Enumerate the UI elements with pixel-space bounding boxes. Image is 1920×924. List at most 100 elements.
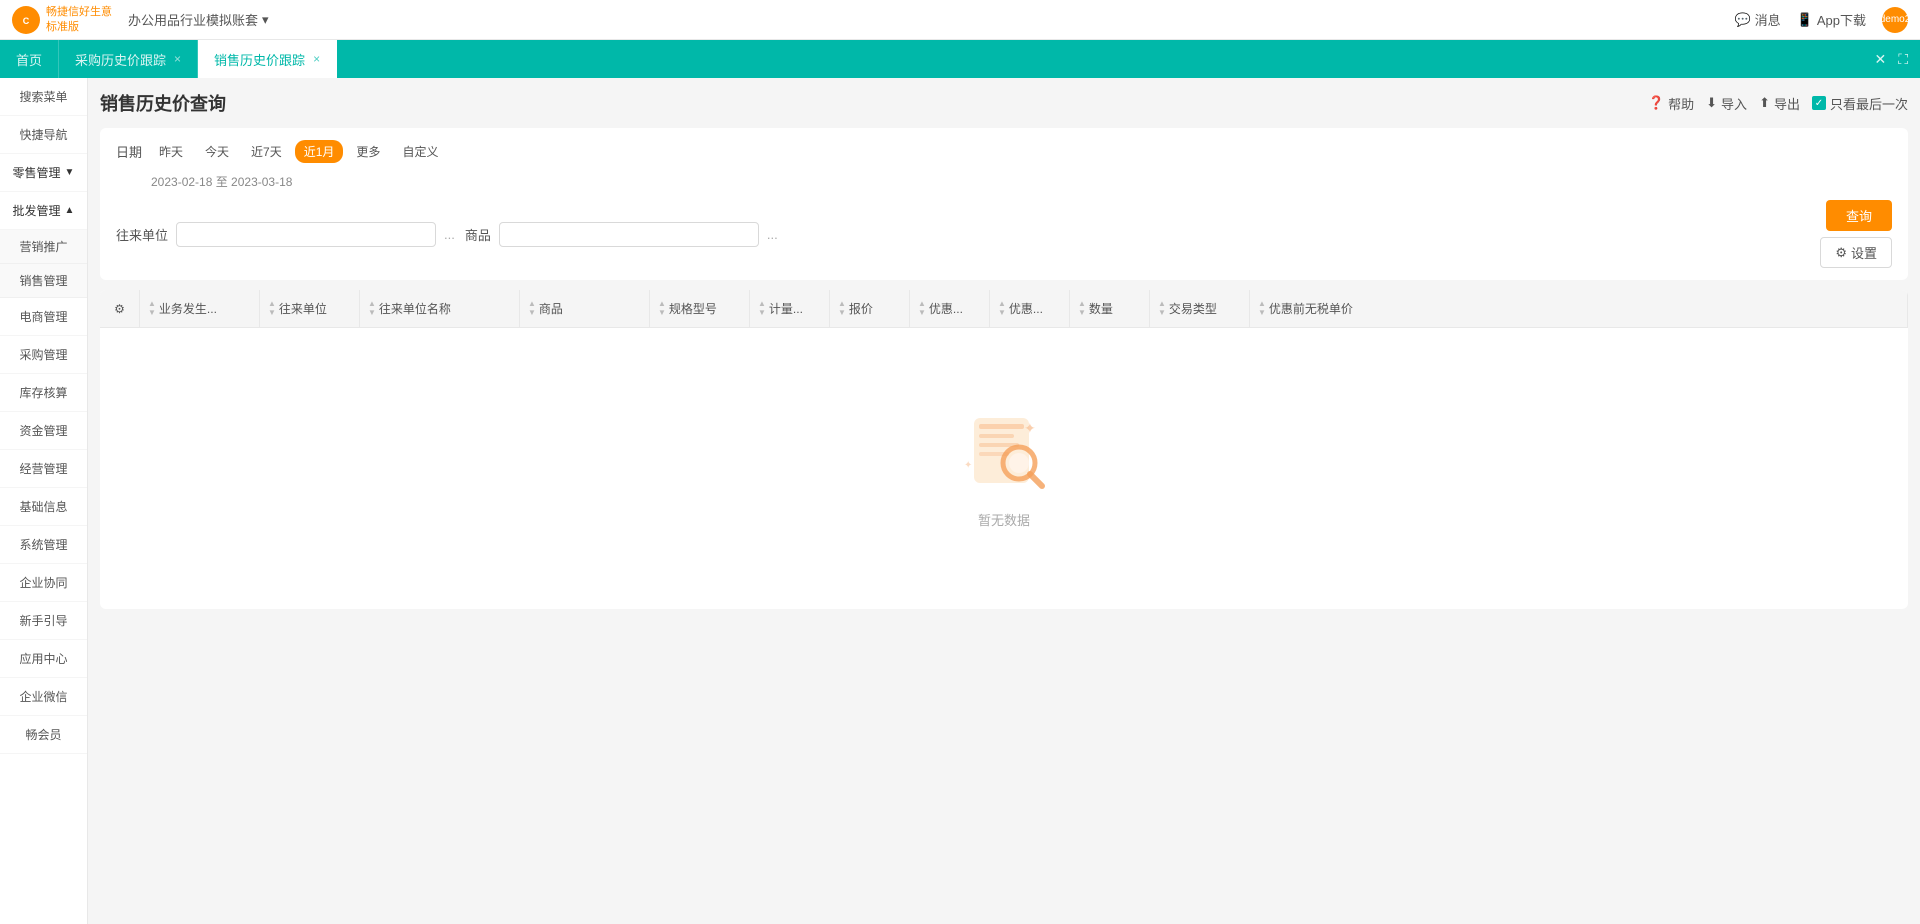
tab-close-purchase[interactable]: × <box>174 52 181 66</box>
date-btn-7days[interactable]: 近7天 <box>242 140 291 163</box>
top-bar-right: 💬 消息 📱 App下载 demo2 <box>1734 7 1908 33</box>
sort-arrows-goods: ▲ ▼ <box>528 300 536 317</box>
th-discount2[interactable]: ▲ ▼ 优惠... <box>990 290 1070 327</box>
tab-bar: 首页 采购历史价跟踪 × 销售历史价跟踪 × ✕ ⛶ <box>0 40 1920 78</box>
date-filter-group: 日期 昨天 今天 近7天 近1月 更多 自定义 <box>116 140 447 163</box>
date-btn-yesterday[interactable]: 昨天 <box>150 140 192 163</box>
partner-input[interactable] <box>176 222 436 247</box>
th-spec-label: 规格型号 <box>669 300 717 317</box>
tab-purchase-history[interactable]: 采购历史价跟踪 × <box>59 40 198 78</box>
page-header: 销售历史价查询 ❓ 帮助 ⬇ 导入 ⬆ 导出 ✓ 只看最后一次 <box>100 90 1908 116</box>
sidebar-item-sales-mgmt[interactable]: 销售管理 <box>0 264 87 298</box>
retail-mgmt-arrow: ▼ <box>65 167 75 178</box>
sidebar-item-inventory[interactable]: 库存核算 <box>0 374 87 412</box>
sidebar-item-retail-mgmt[interactable]: 零售管理 ▼ <box>0 154 87 192</box>
wholesale-mgmt-arrow: ▲ <box>65 205 75 216</box>
th-biz-date[interactable]: ▲ ▼ 业务发生... <box>140 290 260 327</box>
sidebar-item-enterprise-coop[interactable]: 企业协同 <box>0 564 87 602</box>
date-buttons: 昨天 今天 近7天 近1月 更多 自定义 <box>150 140 447 163</box>
goods-filter-group: 商品 ... <box>465 222 778 247</box>
page-title: 销售历史价查询 <box>100 90 226 116</box>
tab-bar-actions: ✕ ⛶ <box>1862 49 1920 70</box>
sidebar-item-ops-mgmt[interactable]: 经营管理 <box>0 450 87 488</box>
th-notax-label: 优惠前无税单价 <box>1269 300 1353 317</box>
main-layout: 搜索菜单 快捷导航 零售管理 ▼ 批发管理 ▲ 营销推广 销售管理 电商管理 采… <box>0 78 1920 924</box>
close-tab-action[interactable]: ✕ <box>1870 49 1890 70</box>
sidebar-item-marketing[interactable]: 营销推广 <box>0 230 87 264</box>
th-goods[interactable]: ▲ ▼ 商品 <box>520 290 650 327</box>
th-unit-measure[interactable]: ▲ ▼ 计量... <box>750 290 830 327</box>
sidebar-item-sys-mgmt[interactable]: 系统管理 <box>0 526 87 564</box>
sidebar-item-member[interactable]: 畅会员 <box>0 716 87 754</box>
sort-arrows-discount2: ▲ ▼ <box>998 300 1006 317</box>
top-bar: C 畅捷信好生意 标准版 办公用品行业模拟账套 ▾ 💬 消息 📱 App下载 d… <box>0 0 1920 40</box>
tab-close-sales[interactable]: × <box>313 52 320 66</box>
help-btn[interactable]: ❓ 帮助 <box>1648 94 1694 113</box>
th-partner-code[interactable]: ▲ ▼ 往来单位 <box>260 290 360 327</box>
th-trade-type[interactable]: ▲ ▼ 交易类型 <box>1150 290 1250 327</box>
sort-arrows-trade: ▲ ▼ <box>1158 300 1166 317</box>
help-icon: ❓ <box>1648 95 1664 111</box>
logo-text: 畅捷信好生意 标准版 <box>46 5 112 34</box>
date-btn-today[interactable]: 今天 <box>196 140 238 163</box>
th-gear[interactable]: ⚙ <box>100 290 140 327</box>
tab-sales-history[interactable]: 销售历史价跟踪 × <box>198 40 337 78</box>
logo-icon: C <box>12 6 40 34</box>
sort-arrows-spec: ▲ ▼ <box>658 300 666 317</box>
th-unit-label: 往来单位 <box>279 300 327 317</box>
sidebar-item-wholesale-mgmt[interactable]: 批发管理 ▲ <box>0 192 87 230</box>
company-selector[interactable]: 办公用品行业模拟账套 ▾ <box>120 6 277 33</box>
sidebar-item-quick-nav[interactable]: 快捷导航 <box>0 116 87 154</box>
sort-arrows-discount1: ▲ ▼ <box>918 300 926 317</box>
th-discount1[interactable]: ▲ ▼ 优惠... <box>910 290 990 327</box>
table-container: ⚙ ▲ ▼ 业务发生... ▲ ▼ 往来单位 <box>100 290 1908 609</box>
sidebar-item-ecom-mgmt[interactable]: 电商管理 <box>0 298 87 336</box>
message-btn[interactable]: 💬 消息 <box>1734 10 1780 29</box>
tab-home[interactable]: 首页 <box>0 40 59 78</box>
sidebar-item-newbie-guide[interactable]: 新手引导 <box>0 602 87 640</box>
export-btn[interactable]: ⬆ 导出 <box>1759 94 1800 113</box>
date-btn-1month[interactable]: 近1月 <box>295 140 344 163</box>
fullscreen-action[interactable]: ⛶ <box>1894 49 1912 70</box>
sidebar-item-enterprise-wechat[interactable]: 企业微信 <box>0 678 87 716</box>
settings-button[interactable]: ⚙ 设置 <box>1820 237 1892 268</box>
export-icon: ⬆ <box>1759 95 1770 111</box>
avatar: demo2 <box>1882 7 1908 33</box>
app-icon: 📱 <box>1797 12 1813 28</box>
sidebar-item-purchase-mgmt[interactable]: 采购管理 <box>0 336 87 374</box>
th-discount2-label: 优惠... <box>1009 300 1043 317</box>
th-notax-price[interactable]: ▲ ▼ 优惠前无税单价 <box>1250 290 1908 327</box>
content-area: 销售历史价查询 ❓ 帮助 ⬇ 导入 ⬆ 导出 ✓ 只看最后一次 <box>88 78 1920 924</box>
th-spec[interactable]: ▲ ▼ 规格型号 <box>650 290 750 327</box>
th-discount1-label: 优惠... <box>929 300 963 317</box>
page-actions: ❓ 帮助 ⬇ 导入 ⬆ 导出 ✓ 只看最后一次 <box>1648 94 1908 113</box>
import-btn[interactable]: ⬇ 导入 <box>1706 94 1747 113</box>
sort-arrows-unitname: ▲ ▼ <box>368 300 376 317</box>
sidebar-item-basic-info[interactable]: 基础信息 <box>0 488 87 526</box>
th-qty[interactable]: ▲ ▼ 数量 <box>1070 290 1150 327</box>
goods-filter-dots[interactable]: ... <box>767 227 778 242</box>
date-btn-more[interactable]: 更多 <box>347 140 389 163</box>
sort-arrows-unit: ▲ ▼ <box>268 300 276 317</box>
svg-text:C: C <box>23 16 30 26</box>
app-download-btn[interactable]: 📱 App下载 <box>1797 10 1866 29</box>
sort-arrows-qty: ▲ ▼ <box>1078 300 1086 317</box>
query-button[interactable]: 查询 <box>1826 200 1892 231</box>
th-price[interactable]: ▲ ▼ 报价 <box>830 290 910 327</box>
sort-arrows-price: ▲ ▼ <box>838 300 846 317</box>
sidebar-item-finance-mgmt[interactable]: 资金管理 <box>0 412 87 450</box>
date-btn-custom[interactable]: 自定义 <box>393 140 447 163</box>
th-qty-label: 数量 <box>1089 300 1113 317</box>
th-partner-name[interactable]: ▲ ▼ 往来单位名称 <box>360 290 520 327</box>
empty-illustration: ✦ ✦ <box>954 408 1054 498</box>
gear-icon: ⚙ <box>114 302 125 316</box>
th-trade-label: 交易类型 <box>1169 300 1217 317</box>
goods-input[interactable] <box>499 222 759 247</box>
sidebar-item-search-menu[interactable]: 搜索菜单 <box>0 78 87 116</box>
partner-filter-dots[interactable]: ... <box>444 227 455 242</box>
sidebar-item-app-center[interactable]: 应用中心 <box>0 640 87 678</box>
user-avatar-btn[interactable]: demo2 <box>1882 7 1908 33</box>
filter-bar: 日期 昨天 今天 近7天 近1月 更多 自定义 2023-02-18 至 202… <box>100 128 1908 280</box>
sidebar-sub-group: 营销推广 销售管理 <box>0 230 87 298</box>
only-last-checkbox[interactable]: ✓ 只看最后一次 <box>1812 94 1908 113</box>
